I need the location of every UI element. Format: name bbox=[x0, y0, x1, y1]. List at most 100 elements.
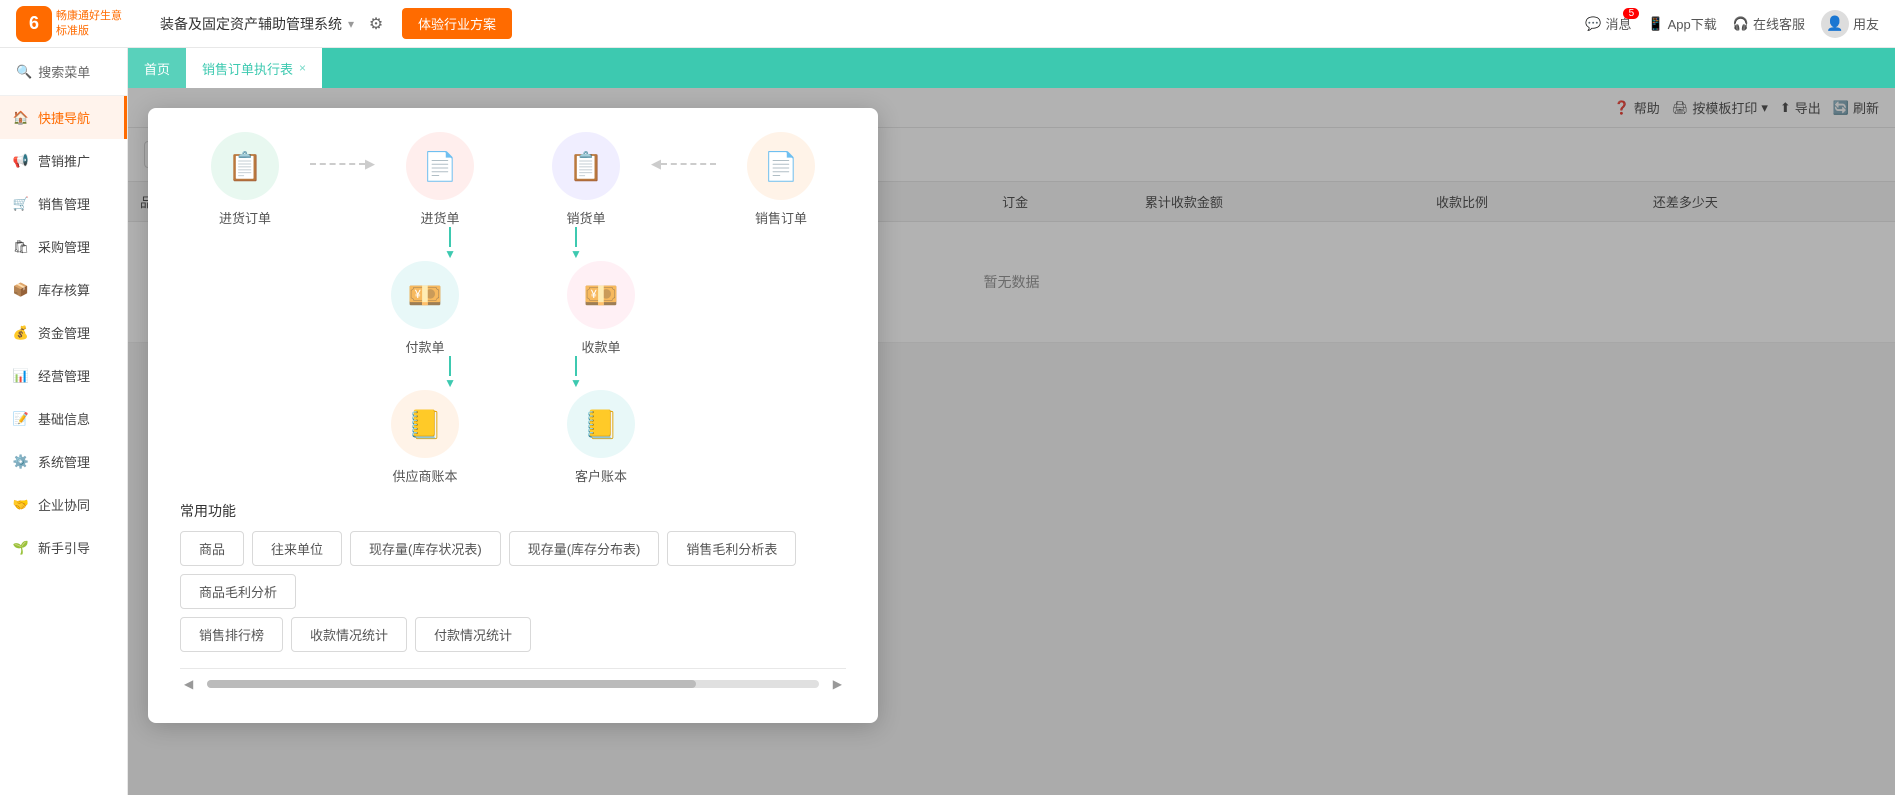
marketing-icon: 📢 bbox=[12, 152, 30, 170]
sidebar-item-inventory[interactable]: 📦 库存核算 bbox=[0, 268, 127, 311]
sidebar-item-finance[interactable]: 💰 资金管理 bbox=[0, 311, 127, 354]
sales-order-circle: 📄 bbox=[747, 132, 815, 200]
user-menu[interactable]: 👤 用友 bbox=[1821, 10, 1879, 38]
logo-text: 畅康通好生意 标准版 bbox=[56, 9, 122, 38]
supplier-account-circle: 📒 bbox=[391, 390, 459, 458]
func-btn-payment-stats[interactable]: 付款情况统计 bbox=[415, 617, 531, 652]
sidebar-item-enterprise[interactable]: 🤝 企业协同 bbox=[0, 483, 127, 526]
flow-supplier-account[interactable]: 📒 供应商账本 bbox=[360, 390, 490, 485]
arrow-down-2: ▼ bbox=[570, 227, 582, 261]
flow-purchase-order[interactable]: 📋 进货订单 bbox=[180, 132, 310, 227]
purchase-bill-circle: 📄 bbox=[406, 132, 474, 200]
flow-receipt[interactable]: 💴 收款单 bbox=[536, 261, 666, 356]
arrow-down-3: ▼ bbox=[444, 356, 456, 390]
customer-account-label: 客户账本 bbox=[575, 466, 627, 485]
flow-sales-order[interactable]: 📄 销售订单 bbox=[716, 132, 846, 227]
message-badge: 5 bbox=[1623, 8, 1639, 19]
common-functions-section: 常用功能 商品 往来单位 现存量(库存状况表) 现存量(库存分布表) 销售毛利分… bbox=[180, 501, 846, 652]
sales-order-label: 销售订单 bbox=[755, 208, 807, 227]
enterprise-icon: 🤝 bbox=[12, 496, 30, 514]
online-service-button[interactable]: 🎧 在线客服 bbox=[1733, 14, 1805, 33]
app-download-button[interactable]: 📱 App下载 bbox=[1647, 14, 1716, 33]
search-menu-button[interactable]: 🔍 搜索菜单 bbox=[8, 58, 119, 85]
sidebar-item-operations[interactable]: 📊 经营管理 bbox=[0, 354, 127, 397]
func-btn-partner[interactable]: 往来单位 bbox=[252, 531, 342, 566]
page-content: ❓ 帮助 🖨 按模板打印 ▾ ⬆ 导出 🔄 刷新 bbox=[128, 88, 1895, 795]
func-btn-product[interactable]: 商品 bbox=[180, 531, 244, 566]
system-name-area: 装备及固定资产辅助管理系统 ▾ ⚙ 体验行业方案 bbox=[160, 8, 512, 39]
modal-overlay[interactable]: 📋 进货订单 ▶ bbox=[128, 88, 1895, 795]
sidebar-item-purchase[interactable]: 🛍 采购管理 bbox=[0, 225, 127, 268]
purchase-bill-label: 进货单 bbox=[420, 208, 459, 227]
purchase-order-label: 进货订单 bbox=[219, 208, 271, 227]
avatar: 👤 bbox=[1821, 10, 1849, 38]
main-area: 🔍 搜索菜单 🏠 快捷导航 📢 营销推广 🛒 销售管理 🛍 bbox=[0, 48, 1895, 795]
flow-purchase-bill[interactable]: 📄 进货单 bbox=[375, 132, 505, 227]
search-icon: 🔍 bbox=[16, 64, 32, 80]
home-icon: 🏠 bbox=[12, 109, 30, 127]
operations-icon: 📊 bbox=[12, 367, 30, 385]
flow-sales-bill[interactable]: 📋 销货单 bbox=[521, 132, 651, 227]
func-btn-stock-status[interactable]: 现存量(库存状况表) bbox=[350, 531, 501, 566]
flow-payment[interactable]: 💴 付款单 bbox=[360, 261, 490, 356]
purchase-order-circle: 📋 bbox=[211, 132, 279, 200]
arrow-down-1: ▼ bbox=[444, 227, 456, 261]
receipt-label: 收款单 bbox=[581, 337, 620, 356]
tab-bar: 首页 销售订单执行表 × bbox=[128, 48, 1895, 88]
func-btn-sales-ranking[interactable]: 销售排行榜 bbox=[180, 617, 283, 652]
receipt-circle: 💴 bbox=[567, 261, 635, 329]
sidebar-item-basic-info[interactable]: 📝 基础信息 bbox=[0, 397, 127, 440]
content-area: 首页 销售订单执行表 × ❓ 帮助 🖨 按模板打印 bbox=[128, 48, 1895, 795]
logo-icon: 6 bbox=[16, 6, 52, 42]
system-name: 装备及固定资产辅助管理系统 bbox=[160, 14, 342, 34]
trial-button[interactable]: 体验行业方案 bbox=[402, 8, 512, 39]
purchase-icon: 🛍 bbox=[12, 238, 30, 256]
sidebar-item-sales[interactable]: 🛒 销售管理 bbox=[0, 182, 127, 225]
headset-icon: 🎧 bbox=[1733, 16, 1749, 32]
func-buttons-row2: 销售排行榜 收款情况统计 付款情况统计 bbox=[180, 617, 846, 652]
scroll-left-arrow[interactable]: ◀ bbox=[180, 675, 197, 693]
tab-home[interactable]: 首页 bbox=[128, 48, 186, 88]
sidebar-menu: 🏠 快捷导航 📢 营销推广 🛒 销售管理 🛍 采购管理 📦 库存核 bbox=[0, 96, 127, 795]
sidebar-item-system[interactable]: ⚙️ 系统管理 bbox=[0, 440, 127, 483]
beginner-icon: 🌱 bbox=[12, 539, 30, 557]
scroll-right-arrow[interactable]: ▶ bbox=[829, 675, 846, 693]
tab-close-icon[interactable]: × bbox=[299, 61, 306, 75]
settings-button[interactable]: ⚙ bbox=[362, 10, 390, 38]
common-functions-title: 常用功能 bbox=[180, 501, 846, 521]
sales-icon: 🛒 bbox=[12, 195, 30, 213]
message-button[interactable]: 💬 消息 5 bbox=[1585, 14, 1631, 33]
top-bar-right: 💬 消息 5 📱 App下载 🎧 在线客服 👤 用友 bbox=[1585, 10, 1879, 38]
sidebar: 🔍 搜索菜单 🏠 快捷导航 📢 营销推广 🛒 销售管理 🛍 bbox=[0, 48, 128, 795]
scroll-track[interactable] bbox=[207, 680, 819, 688]
system-dropdown-icon[interactable]: ▾ bbox=[348, 17, 354, 31]
sidebar-search-area: 🔍 搜索菜单 bbox=[0, 48, 127, 96]
arrow-down-4: ▼ bbox=[570, 356, 582, 390]
func-btn-receipt-stats[interactable]: 收款情况统计 bbox=[291, 617, 407, 652]
arrow-h-2: ◀ bbox=[651, 156, 716, 172]
modal-scrollbar: ◀ ▶ bbox=[180, 668, 846, 699]
sales-bill-label: 销货单 bbox=[566, 208, 605, 227]
func-btn-stock-dist[interactable]: 现存量(库存分布表) bbox=[509, 531, 660, 566]
func-btn-product-profit[interactable]: 商品毛利分析 bbox=[180, 574, 296, 609]
top-bar: 6 畅康通好生意 标准版 装备及固定资产辅助管理系统 ▾ ⚙ 体验行业方案 💬 … bbox=[0, 0, 1895, 48]
customer-account-circle: 📒 bbox=[567, 390, 635, 458]
payment-circle: 💴 bbox=[391, 261, 459, 329]
flow-customer-account[interactable]: 📒 客户账本 bbox=[536, 390, 666, 485]
arrow-h-1: ▶ bbox=[310, 156, 375, 172]
sidebar-item-marketing[interactable]: 📢 营销推广 bbox=[0, 139, 127, 182]
func-btn-sales-profit[interactable]: 销售毛利分析表 bbox=[667, 531, 796, 566]
quick-nav-modal: 📋 进货订单 ▶ bbox=[148, 108, 878, 723]
sidebar-item-beginner[interactable]: 🌱 新手引导 bbox=[0, 526, 127, 569]
logo-area: 6 畅康通好生意 标准版 bbox=[16, 6, 144, 42]
basic-info-icon: 📝 bbox=[12, 410, 30, 428]
func-buttons-row1: 商品 往来单位 现存量(库存状况表) 现存量(库存分布表) 销售毛利分析表 商品… bbox=[180, 531, 846, 609]
sidebar-item-quick-nav[interactable]: 🏠 快捷导航 bbox=[0, 96, 127, 139]
finance-icon: 💰 bbox=[12, 324, 30, 342]
modal-body: 📋 进货订单 ▶ bbox=[148, 108, 878, 723]
tab-sales-order[interactable]: 销售订单执行表 × bbox=[186, 48, 322, 88]
message-icon: 💬 bbox=[1585, 16, 1601, 32]
download-icon: 📱 bbox=[1647, 16, 1663, 32]
sales-bill-circle: 📋 bbox=[552, 132, 620, 200]
scroll-thumb bbox=[207, 680, 696, 688]
